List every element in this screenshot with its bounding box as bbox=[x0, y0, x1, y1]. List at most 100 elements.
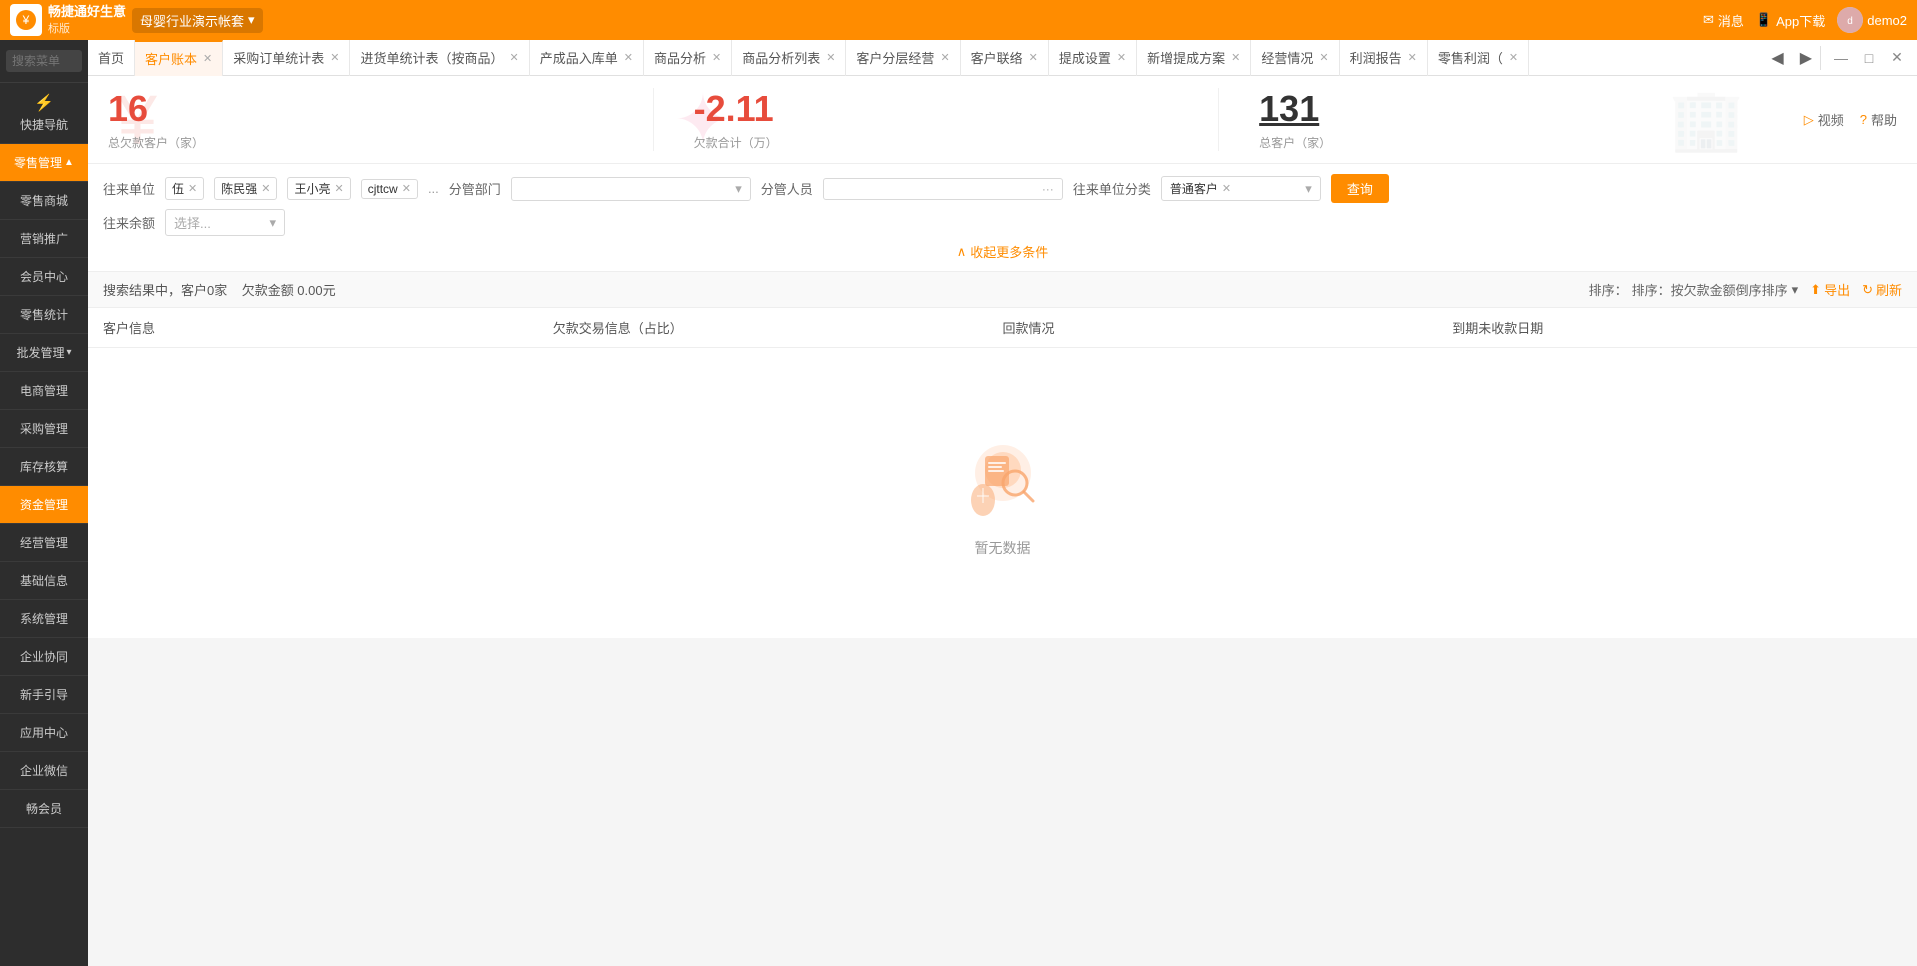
tab-close-purchase-order[interactable]: ✕ bbox=[330, 51, 339, 64]
sidebar-item-vip[interactable]: 畅会员 bbox=[0, 790, 88, 828]
person-select[interactable]: ··· bbox=[823, 178, 1063, 200]
tab-customer-account[interactable]: 客户账本 ✕ bbox=[135, 40, 223, 76]
sort-select[interactable]: 排序： 排序：按欠款金额倒序排序 ▾ bbox=[1589, 280, 1799, 299]
sidebar-item-marketing[interactable]: 营销推广 bbox=[0, 220, 88, 258]
account-selector[interactable]: 母婴行业演示帐套 ▾ bbox=[132, 8, 263, 33]
tab-close-new-tip-plan[interactable]: ✕ bbox=[1231, 51, 1240, 64]
query-button[interactable]: 查询 bbox=[1331, 174, 1389, 203]
vip-label: 畅会员 bbox=[0, 800, 88, 817]
tab-bar: 首页 客户账本 ✕ 采购订单统计表 ✕ 进货单统计表（按商品） ✕ bbox=[88, 40, 1917, 76]
tab-close-customer-contact[interactable]: ✕ bbox=[1029, 51, 1038, 64]
sort-chevron-icon: ▾ bbox=[1792, 282, 1799, 298]
window-close-btn[interactable]: ✕ bbox=[1885, 46, 1909, 70]
sidebar-item-basicinfo[interactable]: 基础信息 bbox=[0, 562, 88, 600]
tab-retail-profit[interactable]: 零售利润（ ✕ bbox=[1428, 40, 1529, 76]
remain-select[interactable]: 选择... ▾ bbox=[165, 209, 285, 236]
dept-label: 分管部门 bbox=[449, 179, 501, 198]
export-btn[interactable]: ⬆ 导出 bbox=[1810, 280, 1850, 299]
sidebar-search-input[interactable] bbox=[6, 50, 82, 72]
sidebar-item-retail-shop[interactable]: 零售商城 bbox=[0, 182, 88, 220]
operations-label: 经营管理 bbox=[0, 534, 88, 551]
tab-new-tip-plan[interactable]: 新增提成方案 ✕ bbox=[1137, 40, 1251, 76]
tab-close-cost-inbound[interactable]: ✕ bbox=[624, 51, 633, 64]
sidebar-item-label: 快捷导航 bbox=[0, 116, 88, 133]
sidebar-item-enterprise[interactable]: 企业协同 bbox=[0, 638, 88, 676]
tab-operations-status[interactable]: 经营情况 ✕ bbox=[1251, 40, 1339, 76]
tab-customer-tier[interactable]: 客户分层经营 ✕ bbox=[846, 40, 960, 76]
message-icon: ✉ bbox=[1703, 12, 1714, 28]
empty-text: 暂无数据 bbox=[975, 538, 1031, 558]
filter-area: 往来单位 伍 ✕ 陈民强 ✕ 王小亮 ✕ bbox=[88, 164, 1917, 272]
refresh-btn[interactable]: ↻ 刷新 bbox=[1862, 280, 1902, 299]
empty-icon bbox=[953, 428, 1053, 528]
sidebar-item-inventory[interactable]: 库存核算 bbox=[0, 448, 88, 486]
tag-close-unit-type[interactable]: ✕ bbox=[1222, 182, 1231, 195]
window-maximize-btn[interactable]: □ bbox=[1857, 46, 1881, 70]
sidebar-item-system[interactable]: 系统管理 bbox=[0, 600, 88, 638]
dept-select[interactable]: ▾ bbox=[511, 177, 751, 201]
tab-purchase-order[interactable]: 采购订单统计表 ✕ bbox=[223, 40, 350, 76]
purchase-label: 采购管理 bbox=[0, 420, 88, 437]
person-label: 分管人员 bbox=[761, 179, 813, 198]
sidebar-item-wholesale[interactable]: 批发管理 ▾ bbox=[0, 334, 88, 372]
tab-close-customer-account[interactable]: ✕ bbox=[203, 52, 212, 65]
tab-product-analysis-list[interactable]: 商品分析列表 ✕ bbox=[732, 40, 846, 76]
marketing-label: 营销推广 bbox=[0, 230, 88, 247]
stat-label-amount: 欠款合计（万） bbox=[694, 134, 778, 151]
sidebar-item-retail-stats[interactable]: 零售统计 bbox=[0, 296, 88, 334]
tab-close-retail-profit[interactable]: ✕ bbox=[1509, 51, 1518, 64]
refresh-icon: ↻ bbox=[1862, 282, 1873, 298]
sidebar-item-operations[interactable]: 经营管理 bbox=[0, 524, 88, 562]
appcenter-label: 应用中心 bbox=[0, 724, 88, 741]
sidebar-item-appcenter[interactable]: 应用中心 bbox=[0, 714, 88, 752]
wholesale-chevron-icon: ▾ bbox=[66, 347, 71, 358]
sidebar-item-purchase[interactable]: 采购管理 bbox=[0, 410, 88, 448]
app-download-btn[interactable]: 📱 App下载 bbox=[1756, 11, 1825, 30]
tab-product-analysis[interactable]: 商品分析 ✕ bbox=[644, 40, 732, 76]
tag-close-cjttcw[interactable]: ✕ bbox=[402, 182, 411, 195]
unit-type-chevron-icon: ▾ bbox=[1305, 181, 1312, 197]
tab-profit-report[interactable]: 利润报告 ✕ bbox=[1340, 40, 1428, 76]
tab-close-customer-tier[interactable]: ✕ bbox=[940, 51, 949, 64]
tab-scroll-left[interactable]: ◀ bbox=[1763, 40, 1791, 76]
message-btn[interactable]: ✉ 消息 bbox=[1703, 11, 1744, 30]
unit-type-select[interactable]: 普通客户 ✕ ▾ bbox=[1161, 176, 1321, 201]
filter-tag-wang: 王小亮 ✕ bbox=[287, 177, 350, 200]
tab-close-inbound-stats[interactable]: ✕ bbox=[510, 51, 519, 64]
tab-home[interactable]: 首页 bbox=[88, 40, 135, 76]
stat-value-amount: -2.11 bbox=[694, 88, 778, 130]
filter-collapse-btn[interactable]: ∧ 收起更多条件 bbox=[103, 242, 1902, 261]
sidebar-item-finance[interactable]: 资金管理 bbox=[0, 486, 88, 524]
table-header: 客户信息 欠款交易信息（占比） 回款情况 到期未收款日期 bbox=[88, 308, 1917, 348]
filter-row-2: 往来余额 选择... ▾ bbox=[103, 209, 1902, 236]
user-menu[interactable]: d demo2 bbox=[1837, 7, 1907, 33]
sidebar-item-retail-mgmt[interactable]: 零售管理 ▲ bbox=[0, 144, 88, 182]
sidebar-item-quicknav[interactable]: ⚡ 快捷导航 bbox=[0, 83, 88, 144]
ecommerce-label: 电商管理 bbox=[0, 382, 88, 399]
tab-close-operations-status[interactable]: ✕ bbox=[1319, 51, 1328, 64]
window-minimize-btn[interactable]: — bbox=[1829, 46, 1853, 70]
sidebar-item-wechat[interactable]: 企业微信 bbox=[0, 752, 88, 790]
help-btn[interactable]: ? 帮助 bbox=[1860, 110, 1897, 129]
unit-type-label: 往来单位分类 bbox=[1073, 179, 1151, 198]
tag-close-chen[interactable]: ✕ bbox=[261, 182, 270, 195]
tag-close-wang[interactable]: ✕ bbox=[335, 182, 344, 195]
sidebar-item-ecommerce[interactable]: 电商管理 bbox=[0, 372, 88, 410]
tab-inbound-stats[interactable]: 进货单统计表（按商品） ✕ bbox=[350, 40, 529, 76]
tag-close-wu[interactable]: ✕ bbox=[188, 182, 197, 195]
tab-tip-settings[interactable]: 提成设置 ✕ bbox=[1049, 40, 1137, 76]
tab-close-profit-report[interactable]: ✕ bbox=[1408, 51, 1417, 64]
video-btn[interactable]: ▷ 视频 bbox=[1804, 110, 1844, 129]
tab-close-tip-settings[interactable]: ✕ bbox=[1117, 51, 1126, 64]
quicknav-icon: ⚡ bbox=[0, 93, 88, 113]
tab-customer-contact[interactable]: 客户联络 ✕ bbox=[961, 40, 1049, 76]
export-icon: ⬆ bbox=[1810, 282, 1821, 298]
filter-more-units[interactable]: ... bbox=[428, 181, 439, 196]
tab-close-product-analysis[interactable]: ✕ bbox=[712, 51, 721, 64]
filter-tag-cjttcw: cjttcw ✕ bbox=[361, 179, 418, 199]
sidebar-item-member[interactable]: 会员中心 bbox=[0, 258, 88, 296]
tab-close-product-analysis-list[interactable]: ✕ bbox=[826, 51, 835, 64]
sidebar-item-newbie[interactable]: 新手引导 bbox=[0, 676, 88, 714]
tab-cost-inbound[interactable]: 产成品入库单 ✕ bbox=[530, 40, 644, 76]
tab-scroll-right[interactable]: ▶ bbox=[1792, 40, 1820, 76]
